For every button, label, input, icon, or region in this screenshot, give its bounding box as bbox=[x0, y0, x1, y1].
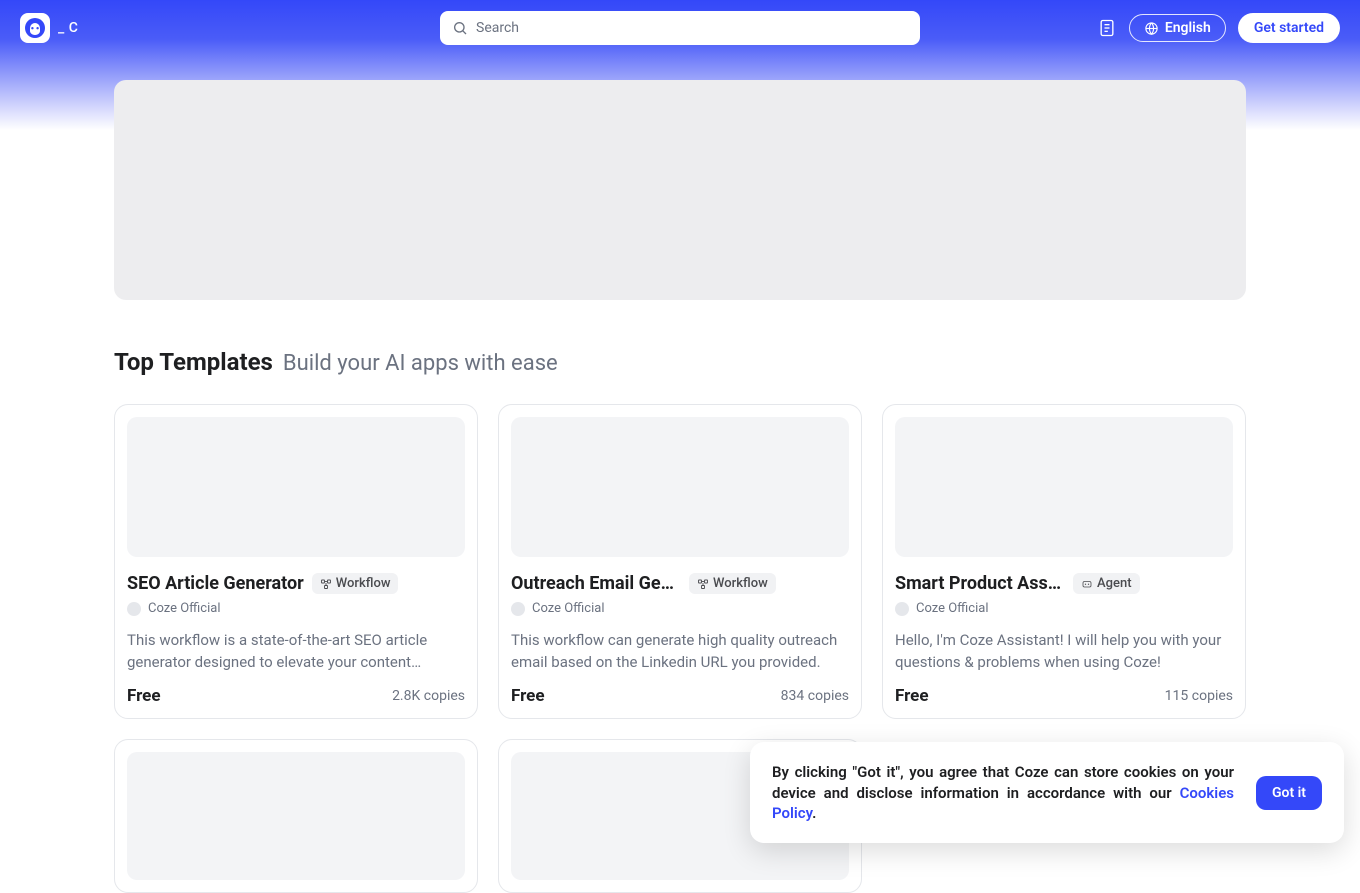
card-author-row: Coze Official bbox=[127, 601, 465, 616]
card-description: This workflow is a state-of-the-art SEO … bbox=[127, 630, 465, 674]
card-copies: 834 copies bbox=[781, 688, 849, 704]
card-description: Hello, I'm Coze Assistant! I will help y… bbox=[895, 630, 1233, 674]
cookie-banner: By clicking "Got it", you agree that Coz… bbox=[750, 742, 1344, 843]
card-footer: Free 115 copies bbox=[895, 686, 1233, 706]
author-avatar bbox=[511, 602, 525, 616]
workflow-icon bbox=[320, 578, 332, 590]
card-tag-agent: Agent bbox=[1073, 573, 1140, 594]
card-title: Outreach Email Gene… bbox=[511, 573, 681, 594]
template-card[interactable]: Outreach Email Gene… Workflow Coze Offic… bbox=[498, 404, 862, 719]
card-title: SEO Article Generator bbox=[127, 573, 304, 594]
author-avatar bbox=[895, 602, 909, 616]
card-copies: 2.8K copies bbox=[392, 688, 465, 704]
card-tag-workflow: Workflow bbox=[689, 573, 776, 594]
copies-count: 834 bbox=[781, 688, 805, 704]
card-thumbnail bbox=[127, 752, 465, 880]
card-thumbnail bbox=[127, 417, 465, 557]
card-author-row: Coze Official bbox=[511, 601, 849, 616]
header-right: English Get started bbox=[1097, 13, 1340, 43]
card-copies: 115 copies bbox=[1165, 688, 1233, 704]
agent-icon bbox=[1081, 578, 1093, 590]
cookie-text-suffix: . bbox=[812, 804, 816, 822]
card-title-row: Smart Product Assist… Agent bbox=[895, 573, 1233, 594]
card-price: Free bbox=[895, 686, 929, 706]
logo-icon bbox=[20, 13, 50, 43]
workflow-icon bbox=[697, 578, 709, 590]
card-title-row: SEO Article Generator Workflow bbox=[127, 573, 465, 594]
search-icon bbox=[452, 20, 468, 36]
brand-logo[interactable]: _ C bbox=[20, 13, 78, 43]
get-started-button[interactable]: Get started bbox=[1238, 13, 1340, 43]
card-author-row: Coze Official bbox=[895, 601, 1233, 616]
card-title-row: Outreach Email Gene… Workflow bbox=[511, 573, 849, 594]
author-avatar bbox=[127, 602, 141, 616]
card-thumbnail bbox=[511, 417, 849, 557]
tag-label: Agent bbox=[1097, 576, 1132, 591]
author-name: Coze Official bbox=[916, 601, 988, 616]
card-thumbnail bbox=[895, 417, 1233, 557]
author-name: Coze Official bbox=[532, 601, 604, 616]
card-footer: Free 834 copies bbox=[511, 686, 849, 706]
section-subtitle: Build your AI apps with ease bbox=[283, 351, 558, 376]
language-label: English bbox=[1165, 20, 1211, 36]
cookie-text: By clicking "Got it", you agree that Coz… bbox=[772, 762, 1234, 823]
language-selector[interactable]: English bbox=[1129, 14, 1226, 42]
hero-banner bbox=[114, 80, 1246, 300]
search-wrapper bbox=[440, 11, 920, 45]
copies-word: copies bbox=[808, 688, 849, 704]
template-card[interactable]: SEO Article Generator Workflow Coze Offi… bbox=[114, 404, 478, 719]
card-price: Free bbox=[511, 686, 545, 706]
docs-icon[interactable] bbox=[1097, 18, 1117, 38]
copies-word: copies bbox=[1192, 688, 1233, 704]
card-footer: Free 2.8K copies bbox=[127, 686, 465, 706]
card-price: Free bbox=[127, 686, 161, 706]
section-heading: Top Templates Build your AI apps with ea… bbox=[114, 348, 1246, 376]
search-box[interactable] bbox=[440, 11, 920, 45]
author-name: Coze Official bbox=[148, 601, 220, 616]
cookie-text-prefix: By clicking "Got it", you agree that Coz… bbox=[772, 763, 1234, 801]
cookie-accept-button[interactable]: Got it bbox=[1256, 776, 1322, 810]
copies-count: 2.8K bbox=[392, 688, 420, 704]
section-title: Top Templates bbox=[114, 348, 273, 376]
copies-word: copies bbox=[424, 688, 465, 704]
template-card[interactable] bbox=[114, 739, 478, 893]
template-card[interactable]: Smart Product Assist… Agent Coze Officia… bbox=[882, 404, 1246, 719]
card-description: This workflow can generate high quality … bbox=[511, 630, 849, 674]
tag-label: Workflow bbox=[713, 576, 768, 591]
brand-text: _ C bbox=[58, 20, 78, 36]
copies-count: 115 bbox=[1165, 688, 1189, 704]
app-header: _ C English Get started bbox=[0, 0, 1360, 56]
search-input[interactable] bbox=[476, 20, 908, 36]
card-title: Smart Product Assist… bbox=[895, 573, 1065, 594]
card-tag-workflow: Workflow bbox=[312, 573, 399, 594]
globe-icon bbox=[1144, 21, 1159, 36]
tag-label: Workflow bbox=[336, 576, 391, 591]
